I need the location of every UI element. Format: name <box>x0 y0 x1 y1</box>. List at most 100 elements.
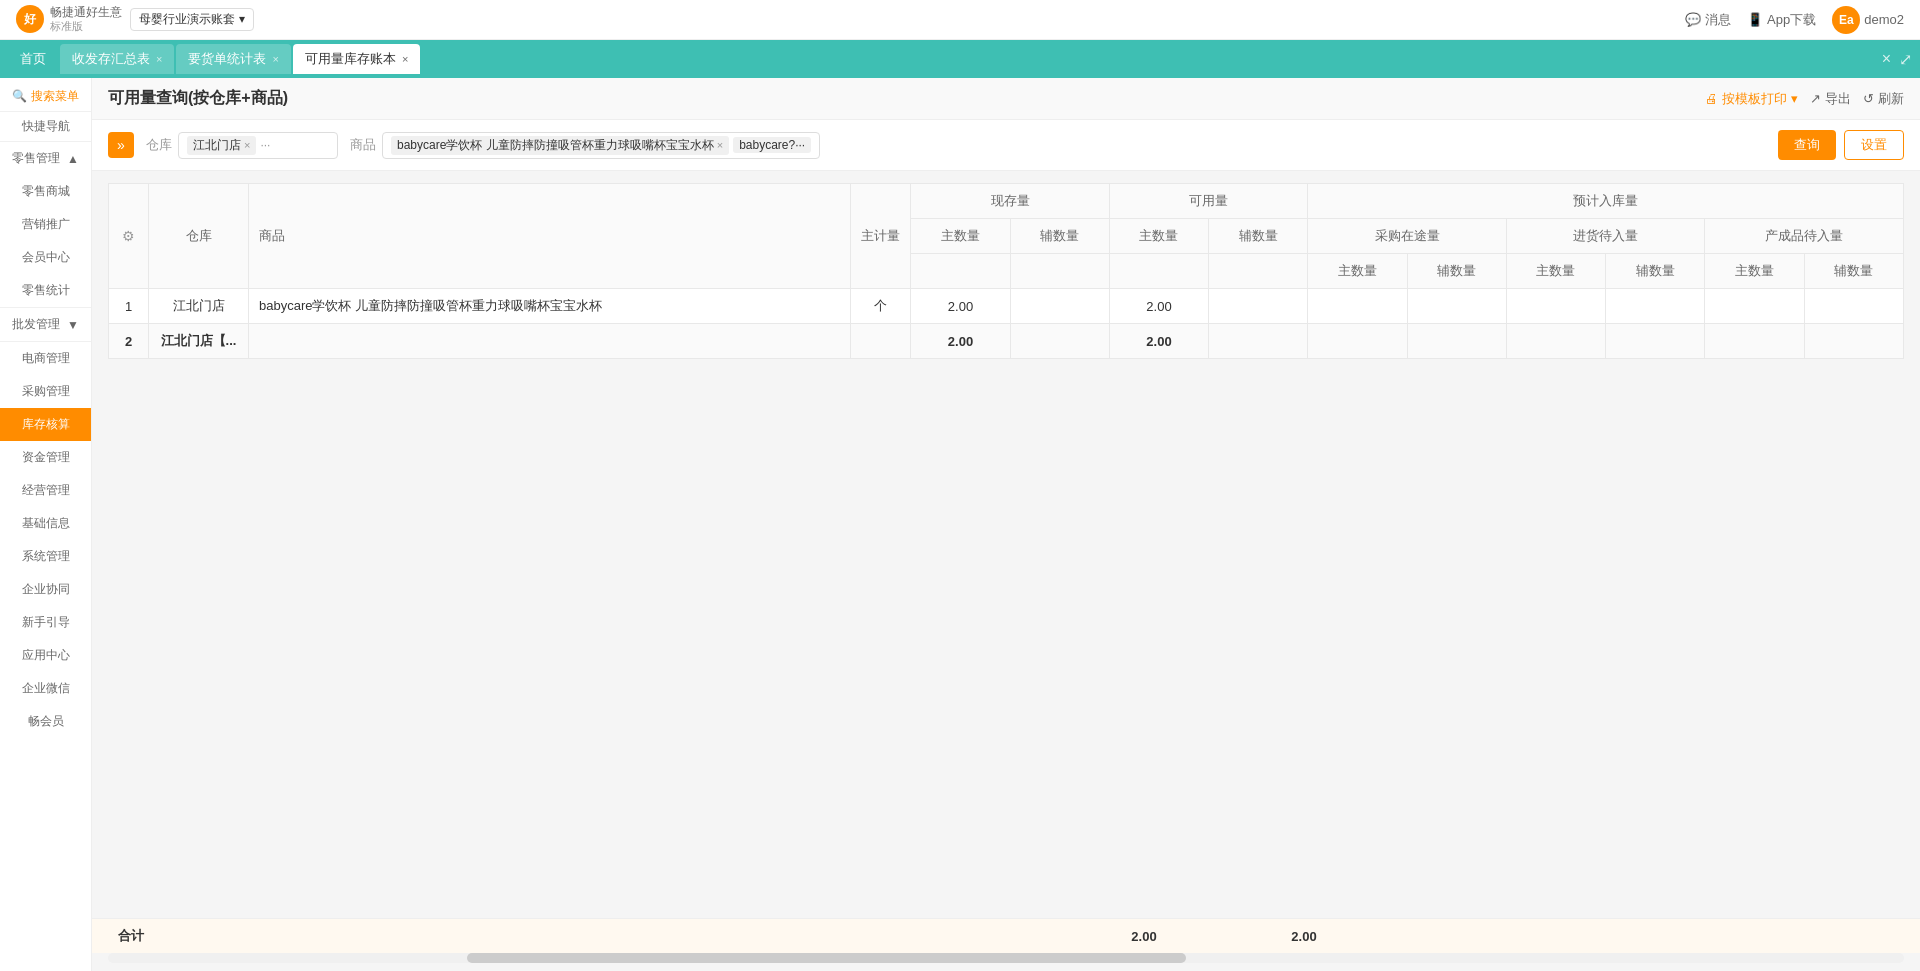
sidebar-item-retail-mall[interactable]: 零售商城 <box>0 175 91 208</box>
row-prod-sub <box>1804 324 1903 359</box>
horizontal-scrollbar[interactable] <box>108 953 1904 963</box>
sidebar-item-wholesale[interactable]: 批发管理 ▼ <box>0 308 91 341</box>
top-bar: 好 畅捷通好生意 标准版 母婴行业演示账套 ▾ 💬 消息 📱 App下载 Ea … <box>0 0 1920 40</box>
query-button[interactable]: 查询 <box>1778 130 1836 160</box>
chevron-icon: ▼ <box>67 318 79 332</box>
filter-bar: » 仓库 江北门店 × ··· 商品 babycare学饮杯 儿童防摔防撞吸管杯… <box>92 120 1920 171</box>
scroll-thumb[interactable] <box>467 953 1185 963</box>
app-download-btn[interactable]: 📱 App下载 <box>1747 11 1816 29</box>
sidebar-item-basics[interactable]: 基础信息 <box>0 507 91 540</box>
sidebar-item-system[interactable]: 系统管理 <box>0 540 91 573</box>
main-layout: 🔍 搜索菜单 快捷导航 零售管理 ▲ 零售商城 营销推广 会员中心 零售统计 <box>0 78 1920 971</box>
sidebar-item-retail-stats[interactable]: 零售统计 <box>0 274 91 307</box>
settings-button[interactable]: 设置 <box>1844 130 1904 160</box>
th-inc-sub: 辅数量 <box>1606 254 1705 289</box>
th-stock-main2 <box>911 254 1010 289</box>
tab-close-icon[interactable]: × <box>272 53 278 65</box>
filter-toggle-btn[interactable]: » <box>108 132 134 158</box>
th-pur-sub: 辅数量 <box>1407 254 1506 289</box>
sidebar-item-guide[interactable]: 新手引导 <box>0 606 91 639</box>
sidebar-item-purchasing[interactable]: 采购管理 <box>0 375 91 408</box>
tab-order-stats[interactable]: 要货单统计表 × <box>176 44 290 74</box>
nav-tabs: 首页 收发存汇总表 × 要货单统计表 × 可用量库存账本 × × ⤢ <box>0 40 1920 78</box>
tab-close-icon[interactable]: × <box>156 53 162 65</box>
row-product <box>249 324 851 359</box>
message-btn[interactable]: 💬 消息 <box>1685 11 1731 29</box>
sidebar-item-marketing[interactable]: 营销推广 <box>0 208 91 241</box>
close-all-tabs-icon[interactable]: × <box>1882 50 1891 68</box>
th-prod-main: 主数量 <box>1705 254 1804 289</box>
summary-label: 合计 <box>108 927 144 945</box>
row-pur-sub <box>1407 289 1506 324</box>
top-bar-left: 好 畅捷通好生意 标准版 母婴行业演示账套 ▾ <box>16 5 254 34</box>
app-icon: 📱 <box>1747 12 1763 27</box>
product-label: 商品 <box>350 136 376 154</box>
tag-close-icon[interactable]: × <box>244 139 250 151</box>
sidebar-quick-nav[interactable]: 快捷导航 <box>0 112 91 142</box>
sidebar-item-ecommerce[interactable]: 电商管理 <box>0 342 91 375</box>
sidebar: 🔍 搜索菜单 快捷导航 零售管理 ▲ 零售商城 营销推广 会员中心 零售统计 <box>0 78 92 971</box>
row-product: babycare学饮杯 儿童防摔防撞吸管杯重力球吸嘴杯宝宝水杯 <box>249 289 851 324</box>
logo-text-block: 畅捷通好生意 标准版 <box>50 5 122 34</box>
sidebar-item-member[interactable]: 会员中心 <box>0 241 91 274</box>
th-warehouse: 仓库 <box>149 184 249 289</box>
message-label: 消息 <box>1705 11 1731 29</box>
tab-home[interactable]: 首页 <box>8 50 58 68</box>
row-pur-sub <box>1407 324 1506 359</box>
app-label: App下载 <box>1767 11 1816 29</box>
sidebar-item-vip[interactable]: 畅会员 <box>0 705 91 738</box>
sidebar-item-finance[interactable]: 资金管理 <box>0 441 91 474</box>
sidebar-search[interactable]: 🔍 搜索菜单 <box>0 82 91 112</box>
product-tag-2: babycare?··· <box>733 137 811 153</box>
th-avail-sub2 <box>1209 254 1308 289</box>
sidebar-item-operations[interactable]: 经营管理 <box>0 474 91 507</box>
th-production: 产成品待入量 <box>1705 219 1904 254</box>
table-row: 1 江北门店 babycare学饮杯 儿童防摔防撞吸管杯重力球吸嘴杯宝宝水杯 个… <box>109 289 1904 324</box>
row-warehouse: 江北门店 <box>149 289 249 324</box>
sidebar-item-collab[interactable]: 企业协同 <box>0 573 91 606</box>
tag-close-icon[interactable]: × <box>717 139 723 151</box>
message-icon: 💬 <box>1685 12 1701 27</box>
sidebar-item-wecom[interactable]: 企业微信 <box>0 672 91 705</box>
product-tag-input[interactable]: babycare学饮杯 儿童防摔防撞吸管杯重力球吸嘴杯宝宝水杯 × babyca… <box>382 132 820 159</box>
row-inc-main <box>1506 289 1605 324</box>
export-btn[interactable]: ↗ 导出 <box>1810 90 1851 108</box>
sidebar-item-retail-mgmt[interactable]: 零售管理 ▲ <box>0 142 91 175</box>
tab-available-inventory[interactable]: 可用量库存账本 × <box>293 44 420 74</box>
user-area[interactable]: Ea demo2 <box>1832 6 1904 34</box>
th-avail-main2 <box>1109 254 1208 289</box>
refresh-btn[interactable]: ↺ 刷新 <box>1863 90 1904 108</box>
table-row: 2 江北门店【... 2.00 2.00 <box>109 324 1904 359</box>
row-unit: 个 <box>851 289 911 324</box>
sidebar-group-retail: 零售管理 ▲ 零售商城 营销推广 会员中心 零售统计 <box>0 142 91 308</box>
sidebar-item-inventory[interactable]: 库存核算 <box>0 408 91 441</box>
th-settings: ⚙ <box>109 184 149 289</box>
more-options-btn[interactable]: ··· <box>260 138 270 152</box>
th-avail-sub: 辅数量 <box>1209 219 1308 254</box>
th-purchase-transit: 采购在途量 <box>1308 219 1507 254</box>
row-avail-main: 2.00 <box>1109 289 1208 324</box>
row-pur-main <box>1308 324 1407 359</box>
page-header-actions: 🖨 按模板打印 ▾ ↗ 导出 ↺ 刷新 <box>1705 90 1904 108</box>
tab-receivables-summary[interactable]: 收发存汇总表 × <box>60 44 174 74</box>
page-title: 可用量查询(按仓库+商品) <box>108 88 288 109</box>
row-stock-sub <box>1010 324 1109 359</box>
row-avail-sub <box>1209 289 1308 324</box>
th-stock-main: 主数量 <box>911 219 1010 254</box>
tab-close-icon[interactable]: × <box>402 53 408 65</box>
warehouse-tag-input[interactable]: 江北门店 × ··· <box>178 132 338 159</box>
gear-icon[interactable]: ⚙ <box>122 228 135 244</box>
summary-bar: 合计 2.00 2.00 <box>92 918 1920 953</box>
chevron-down-icon: ▾ <box>239 12 245 26</box>
th-incoming: 进货待入量 <box>1506 219 1705 254</box>
th-product: 商品 <box>249 184 851 289</box>
table-container: ⚙ 仓库 商品 主计量 现存量 可用量 预计入库量 主数量 辅数量 主数量 辅数… <box>92 171 1920 918</box>
print-btn[interactable]: 🖨 按模板打印 ▾ <box>1705 90 1798 108</box>
user-label: demo2 <box>1864 12 1904 27</box>
inventory-table: ⚙ 仓库 商品 主计量 现存量 可用量 预计入库量 主数量 辅数量 主数量 辅数… <box>108 183 1904 359</box>
industry-select[interactable]: 母婴行业演示账套 ▾ <box>130 8 254 31</box>
th-available: 可用量 <box>1109 184 1308 219</box>
th-stock-sub2 <box>1010 254 1109 289</box>
expand-icon[interactable]: ⤢ <box>1899 50 1912 69</box>
sidebar-item-appstore[interactable]: 应用中心 <box>0 639 91 672</box>
